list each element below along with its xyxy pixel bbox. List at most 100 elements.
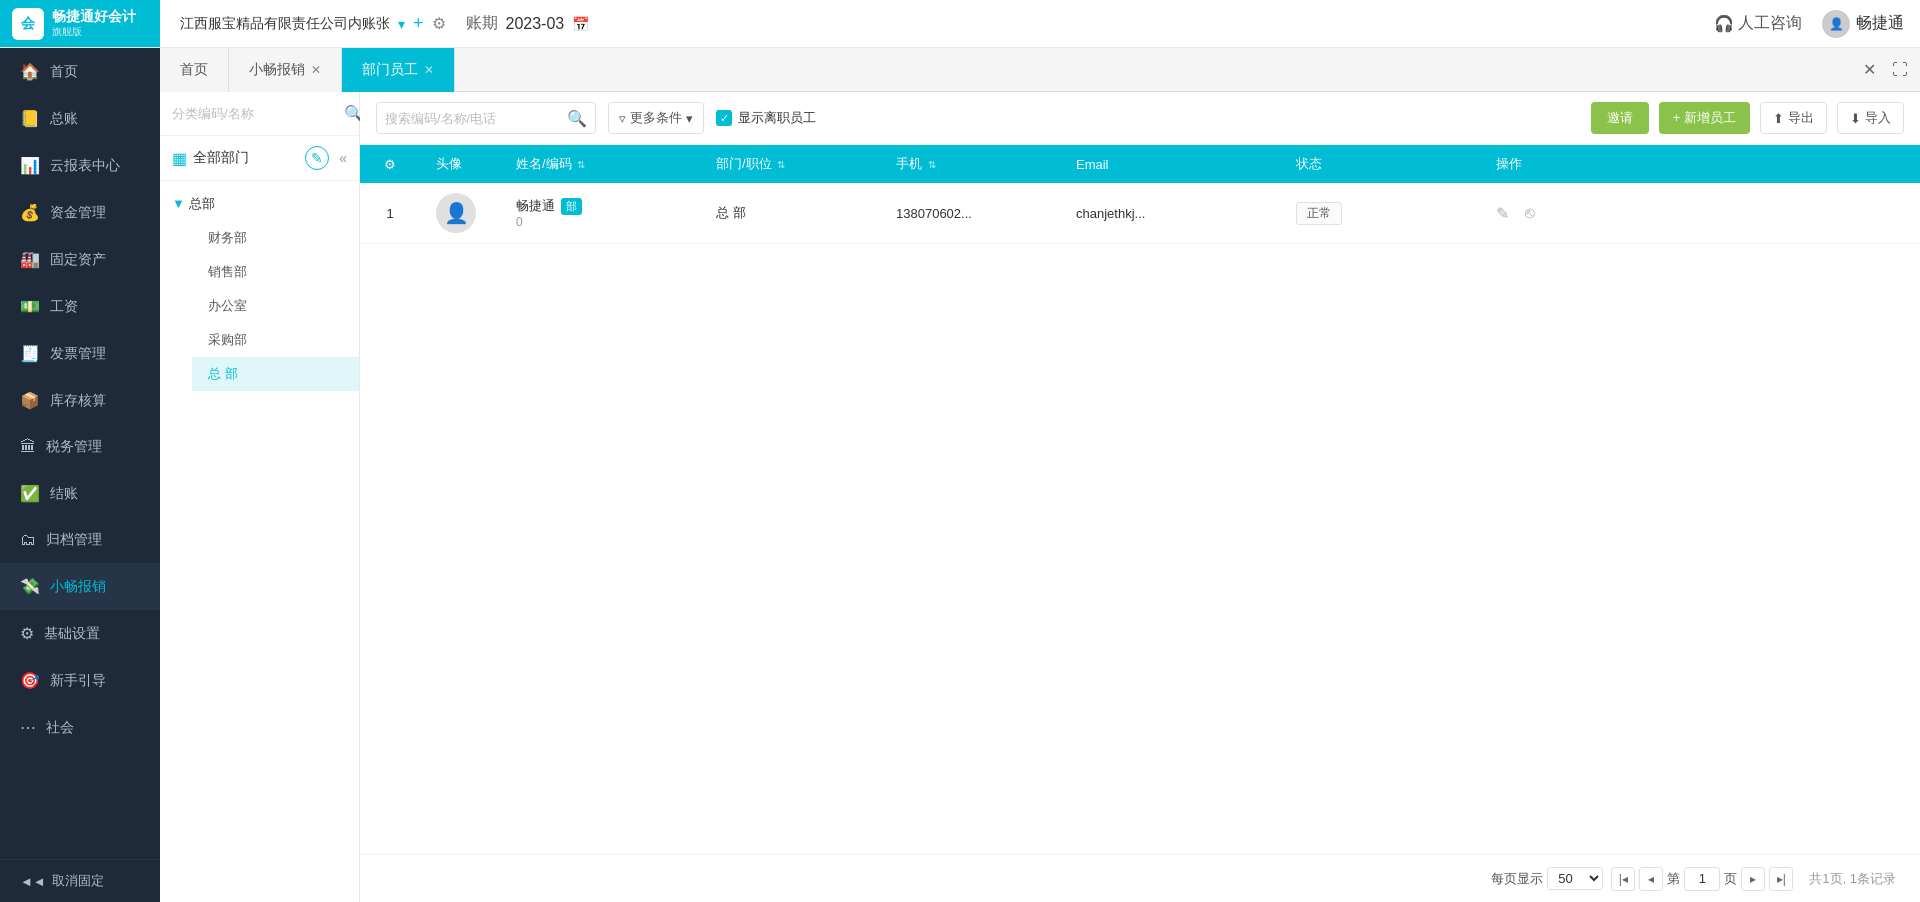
sidebar-item-assets[interactable]: 🏭 固定资产	[0, 236, 160, 283]
sidebar-item-invoice[interactable]: 🧾 发票管理	[0, 330, 160, 377]
prev-page-button[interactable]: ◂	[1639, 867, 1663, 891]
sidebar-label-invoice: 发票管理	[50, 345, 106, 363]
add-employee-button[interactable]: + 新增员工	[1659, 102, 1750, 134]
sidebar-label-payroll: 工资	[50, 298, 78, 316]
tab-expense-label: 小畅报销	[249, 61, 305, 79]
employee-search-input[interactable]	[385, 111, 567, 126]
sidebar-item-inventory[interactable]: 📦 库存核算	[0, 377, 160, 424]
sidebar-item-close[interactable]: ✅ 结账	[0, 470, 160, 517]
sidebar: 🏠 首页 📒 总账 📊 云报表中心 💰 资金管理 🏭 固定资产 💵 工资 🧾 发…	[0, 48, 160, 902]
tab-bar-end: ✕ ⛶	[1859, 56, 1920, 83]
employee-search-icon[interactable]: 🔍	[567, 109, 587, 128]
dept-group-head: ▼总部	[160, 187, 359, 221]
dept-item-purchase[interactable]: 采购部	[192, 323, 359, 357]
export-label: 导出	[1788, 109, 1814, 127]
page-input[interactable]	[1684, 867, 1720, 891]
first-page-button[interactable]: |◂	[1611, 867, 1635, 891]
calendar-icon[interactable]: 📅	[572, 16, 589, 32]
employee-avatar: 👤	[436, 193, 476, 233]
dept-item-finance[interactable]: 财务部	[192, 221, 359, 255]
tab-expense-close[interactable]: ✕	[311, 63, 321, 77]
col-dept[interactable]: 部门/职位 ⇅	[700, 145, 880, 183]
sidebar-label-expense: 小畅报销	[50, 578, 106, 596]
sidebar-item-funds[interactable]: 💰 资金管理	[0, 189, 160, 236]
cancel-pin-button[interactable]: ◄◄ 取消固定	[0, 859, 160, 902]
tab-close-btn[interactable]: ✕	[1859, 56, 1880, 83]
sidebar-item-settings[interactable]: ⚙ 基础设置	[0, 610, 160, 657]
tab-expense[interactable]: 小畅报销 ✕	[229, 48, 342, 92]
assets-icon: 🏭	[20, 250, 40, 269]
tab-dept[interactable]: 部门员工 ✕	[342, 48, 455, 92]
dept-item-general[interactable]: 总 部	[192, 357, 359, 391]
col-settings[interactable]: ⚙	[360, 145, 420, 183]
sidebar-item-archive[interactable]: 🗂 归档管理	[0, 517, 160, 563]
import-button[interactable]: ⬇ 导入	[1837, 102, 1904, 134]
employee-code: 0	[516, 215, 684, 229]
sidebar-label-close: 结账	[50, 485, 78, 503]
home-icon: 🏠	[20, 62, 40, 81]
add-company-icon[interactable]: +	[413, 13, 424, 34]
company-area[interactable]: 江西服宝精品有限责任公司内账张 ▾ + ⚙	[180, 13, 446, 34]
dept-expand-icon[interactable]: ▼	[172, 196, 185, 211]
tab-home[interactable]: 首页	[160, 48, 229, 92]
sidebar-item-more[interactable]: ⋯ 社会	[0, 704, 160, 751]
employee-email: chanjethkj...	[1076, 206, 1145, 221]
tab-bar: 首页 小畅报销 ✕ 部门员工 ✕ ✕ ⛶	[160, 48, 1920, 92]
sidebar-item-home[interactable]: 🏠 首页	[0, 48, 160, 95]
edit-icon[interactable]: ✎	[1496, 204, 1509, 223]
sidebar-item-tax[interactable]: 🏛 税务管理	[0, 424, 160, 470]
per-page-dropdown[interactable]: 50 100 200	[1547, 867, 1603, 890]
expense-icon: 💸	[20, 577, 40, 596]
dept-header: ▦ 全部部门 ✎ «	[160, 136, 359, 181]
sidebar-label-guide: 新手引导	[50, 672, 106, 690]
cell-phone: 138070602...	[880, 183, 1060, 244]
show-resigned-toggle[interactable]: ✓ 显示离职员工	[716, 109, 816, 127]
export-button[interactable]: ⬆ 导出	[1760, 102, 1827, 134]
sidebar-item-ledger[interactable]: 📒 总账	[0, 95, 160, 142]
settings-icon[interactable]: ⚙	[432, 14, 446, 33]
pagination-bar: 每页显示 50 100 200 |◂ ◂ 第 页 ▸	[360, 854, 1920, 902]
name-sort-icon: ⇅	[577, 159, 585, 170]
page-content: 🔍 ▦ 全部部门 ✎ « ▼总部 财务部 销售部 办公室 采	[160, 92, 1920, 902]
app-name: 畅捷通好会计	[52, 8, 136, 25]
dept-item-sales[interactable]: 销售部	[192, 255, 359, 289]
col-actions: 操作	[1480, 145, 1920, 183]
more-filter-button[interactable]: ▿ 更多条件 ▾	[608, 102, 704, 134]
support-button[interactable]: 🎧 人工咨询	[1714, 13, 1802, 34]
tab-maximize-btn[interactable]: ⛶	[1888, 57, 1912, 83]
sidebar-label-ledger: 总账	[50, 110, 78, 128]
dept-search-input[interactable]	[172, 106, 340, 121]
dept-collapse-icon[interactable]: «	[339, 150, 347, 166]
filter-label: 更多条件	[630, 109, 682, 127]
resigned-checkbox[interactable]: ✓	[716, 110, 732, 126]
logout-icon[interactable]: ⎋	[1525, 204, 1535, 222]
user-area[interactable]: 👤 畅捷通	[1822, 10, 1904, 38]
sidebar-item-reports[interactable]: 📊 云报表中心	[0, 142, 160, 189]
logo-icon: 会	[12, 8, 44, 40]
sidebar-label-settings: 基础设置	[44, 625, 100, 643]
sidebar-item-payroll[interactable]: 💵 工资	[0, 283, 160, 330]
tab-dept-close[interactable]: ✕	[424, 63, 434, 77]
sidebar-item-guide[interactable]: 🎯 新手引导	[0, 657, 160, 704]
dept-edit-button[interactable]: ✎	[305, 146, 329, 170]
sidebar-label-reports: 云报表中心	[50, 157, 120, 175]
next-page-button[interactable]: ▸	[1741, 867, 1765, 891]
show-resigned-label: 显示离职员工	[738, 109, 816, 127]
sidebar-label-inventory: 库存核算	[50, 392, 106, 410]
col-phone[interactable]: 手机 ⇅	[880, 145, 1060, 183]
cell-actions: ✎ ⎋	[1480, 183, 1920, 244]
col-settings-icon: ⚙	[384, 157, 396, 172]
last-page-button[interactable]: ▸|	[1769, 867, 1793, 891]
filter-chevron-icon: ▾	[686, 111, 693, 126]
invite-button[interactable]: 邀请	[1591, 102, 1649, 134]
phone-sort-icon: ⇅	[928, 159, 936, 170]
sidebar-label-archive: 归档管理	[46, 531, 102, 549]
col-name[interactable]: 姓名/编码 ⇅	[500, 145, 700, 183]
name-cell: 畅捷通 部	[516, 197, 684, 215]
settings-nav-icon: ⚙	[20, 624, 34, 643]
company-name: 江西服宝精品有限责任公司内账张	[180, 15, 390, 33]
sidebar-label-assets: 固定资产	[50, 251, 106, 269]
sidebar-item-expense[interactable]: 💸 小畅报销	[0, 563, 160, 610]
dept-item-office[interactable]: 办公室	[192, 289, 359, 323]
company-dropdown-icon[interactable]: ▾	[398, 16, 405, 32]
